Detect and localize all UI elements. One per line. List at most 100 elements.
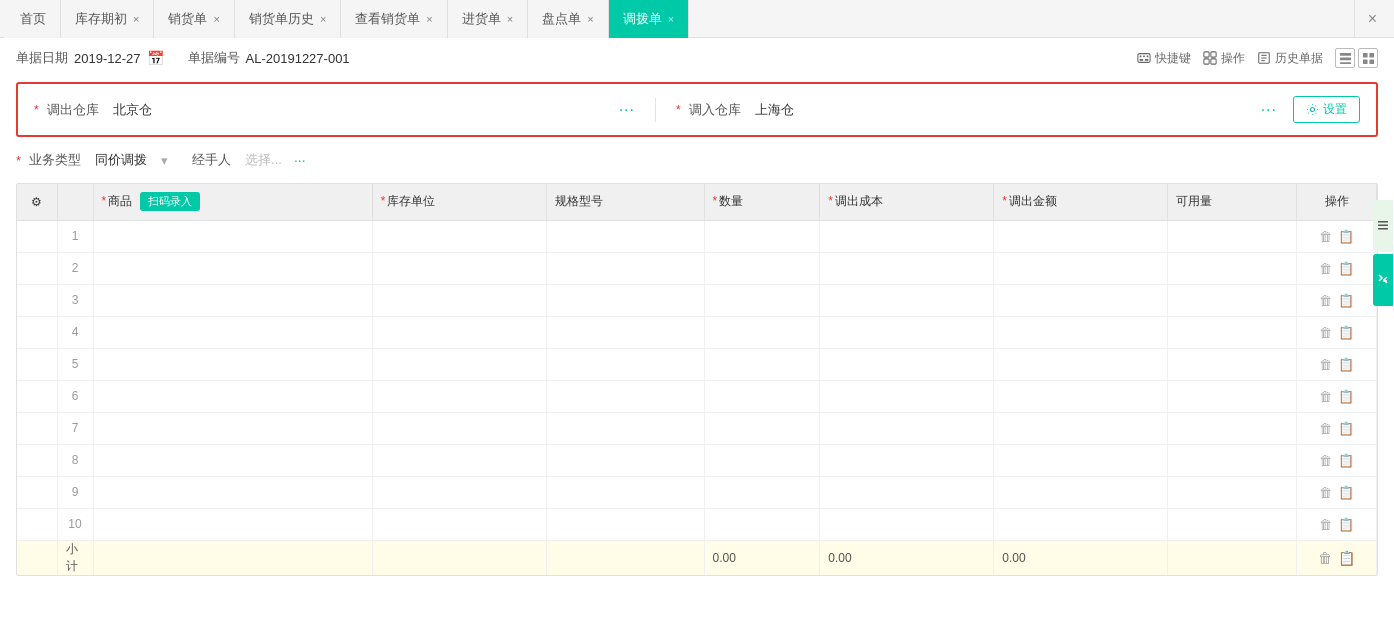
handler-more[interactable]: ··· bbox=[294, 152, 306, 168]
row-unit[interactable] bbox=[372, 348, 546, 380]
row-delete-icon[interactable]: 🗑 bbox=[1319, 293, 1332, 308]
row-qty[interactable] bbox=[704, 284, 820, 316]
row-spec[interactable] bbox=[546, 380, 704, 412]
row-amount[interactable] bbox=[994, 412, 1168, 444]
row-qty[interactable] bbox=[704, 508, 820, 540]
table-gear-icon[interactable]: ⚙ bbox=[31, 195, 42, 209]
row-cost[interactable] bbox=[820, 476, 994, 508]
row-amount[interactable] bbox=[994, 316, 1168, 348]
row-product[interactable] bbox=[93, 380, 372, 412]
row-amount[interactable] bbox=[994, 284, 1168, 316]
row-delete-icon[interactable]: 🗑 bbox=[1319, 325, 1332, 340]
row-product[interactable] bbox=[93, 348, 372, 380]
row-spec[interactable] bbox=[546, 348, 704, 380]
row-cost[interactable] bbox=[820, 348, 994, 380]
row-product[interactable] bbox=[93, 476, 372, 508]
tab-view-sales[interactable]: 查看销货单 × bbox=[341, 0, 447, 38]
row-copy-icon[interactable]: 📋 bbox=[1338, 517, 1354, 532]
tab-purchase-order[interactable]: 进货单 × bbox=[448, 0, 528, 38]
row-product[interactable] bbox=[93, 284, 372, 316]
row-unit[interactable] bbox=[372, 412, 546, 444]
row-unit[interactable] bbox=[372, 444, 546, 476]
row-copy-icon[interactable]: 📋 bbox=[1338, 261, 1354, 276]
row-copy-icon[interactable]: 📋 bbox=[1338, 293, 1354, 308]
row-spec[interactable] bbox=[546, 412, 704, 444]
row-cost[interactable] bbox=[820, 252, 994, 284]
row-spec[interactable] bbox=[546, 252, 704, 284]
row-amount[interactable] bbox=[994, 252, 1168, 284]
shortcut-action[interactable]: 快捷键 bbox=[1137, 50, 1191, 67]
row-product[interactable] bbox=[93, 508, 372, 540]
tab-close-transfer[interactable]: × bbox=[668, 13, 674, 25]
row-amount[interactable] bbox=[994, 348, 1168, 380]
row-cost[interactable] bbox=[820, 220, 994, 252]
row-delete-icon[interactable]: 🗑 bbox=[1318, 550, 1332, 566]
sidebar-expand-btn[interactable] bbox=[1373, 254, 1393, 306]
row-delete-icon[interactable]: 🗑 bbox=[1319, 485, 1332, 500]
row-copy-icon[interactable]: 📋 bbox=[1338, 229, 1354, 244]
row-amount[interactable] bbox=[994, 380, 1168, 412]
scan-button[interactable]: 扫码录入 bbox=[140, 192, 200, 211]
row-unit[interactable] bbox=[372, 508, 546, 540]
ops-action[interactable]: 操作 bbox=[1203, 50, 1245, 67]
row-unit[interactable] bbox=[372, 220, 546, 252]
row-delete-icon[interactable]: 🗑 bbox=[1319, 517, 1332, 532]
row-product[interactable] bbox=[93, 252, 372, 284]
row-spec[interactable] bbox=[546, 316, 704, 348]
history-action[interactable]: 历史单据 bbox=[1257, 50, 1323, 67]
row-spec[interactable] bbox=[546, 444, 704, 476]
layout-btn-1[interactable] bbox=[1335, 48, 1355, 68]
row-copy-icon[interactable]: 📋 bbox=[1338, 485, 1354, 500]
row-delete-icon[interactable]: 🗑 bbox=[1319, 357, 1332, 372]
tab-initial-stock[interactable]: 库存期初 × bbox=[61, 0, 154, 38]
row-copy-icon[interactable]: 📋 bbox=[1338, 550, 1355, 566]
row-cost[interactable] bbox=[820, 412, 994, 444]
sidebar-list-btn[interactable] bbox=[1373, 200, 1393, 252]
row-unit[interactable] bbox=[372, 380, 546, 412]
row-cost[interactable] bbox=[820, 316, 994, 348]
row-spec[interactable] bbox=[546, 220, 704, 252]
tab-sales-order[interactable]: 销货单 × bbox=[154, 0, 234, 38]
row-qty[interactable] bbox=[704, 252, 820, 284]
row-amount[interactable] bbox=[994, 508, 1168, 540]
row-qty[interactable] bbox=[704, 316, 820, 348]
tab-inventory[interactable]: 盘点单 × bbox=[528, 0, 608, 38]
row-delete-icon[interactable]: 🗑 bbox=[1319, 261, 1332, 276]
settings-button[interactable]: 设置 bbox=[1293, 96, 1360, 123]
row-unit[interactable] bbox=[372, 252, 546, 284]
tab-home[interactable]: 首页 bbox=[4, 0, 61, 38]
row-copy-icon[interactable]: 📋 bbox=[1338, 389, 1354, 404]
row-unit[interactable] bbox=[372, 476, 546, 508]
row-qty[interactable] bbox=[704, 444, 820, 476]
row-spec[interactable] bbox=[546, 476, 704, 508]
row-product[interactable] bbox=[93, 316, 372, 348]
row-cost[interactable] bbox=[820, 508, 994, 540]
row-spec[interactable] bbox=[546, 284, 704, 316]
row-qty[interactable] bbox=[704, 380, 820, 412]
row-copy-icon[interactable]: 📋 bbox=[1338, 453, 1354, 468]
row-unit[interactable] bbox=[372, 284, 546, 316]
row-product[interactable] bbox=[93, 220, 372, 252]
tab-close-purchase-order[interactable]: × bbox=[507, 13, 513, 25]
dest-warehouse-more[interactable]: ··· bbox=[1261, 101, 1277, 119]
row-delete-icon[interactable]: 🗑 bbox=[1319, 229, 1332, 244]
row-cost[interactable] bbox=[820, 444, 994, 476]
tab-sales-history[interactable]: 销货单历史 × bbox=[235, 0, 341, 38]
row-copy-icon[interactable]: 📋 bbox=[1338, 325, 1354, 340]
tab-close-initial-stock[interactable]: × bbox=[133, 13, 139, 25]
tab-close-sales-order[interactable]: × bbox=[213, 13, 219, 25]
row-cost[interactable] bbox=[820, 284, 994, 316]
business-type-dropdown[interactable]: ▾ bbox=[161, 153, 168, 168]
row-delete-icon[interactable]: 🗑 bbox=[1319, 421, 1332, 436]
row-qty[interactable] bbox=[704, 348, 820, 380]
calendar-icon[interactable]: 📅 bbox=[147, 50, 164, 66]
row-amount[interactable] bbox=[994, 476, 1168, 508]
row-product[interactable] bbox=[93, 412, 372, 444]
row-copy-icon[interactable]: 📋 bbox=[1338, 421, 1354, 436]
tab-transfer[interactable]: 调拨单 × bbox=[609, 0, 689, 38]
row-qty[interactable] bbox=[704, 412, 820, 444]
row-unit[interactable] bbox=[372, 316, 546, 348]
row-copy-icon[interactable]: 📋 bbox=[1338, 357, 1354, 372]
tab-close-inventory[interactable]: × bbox=[587, 13, 593, 25]
row-delete-icon[interactable]: 🗑 bbox=[1319, 389, 1332, 404]
